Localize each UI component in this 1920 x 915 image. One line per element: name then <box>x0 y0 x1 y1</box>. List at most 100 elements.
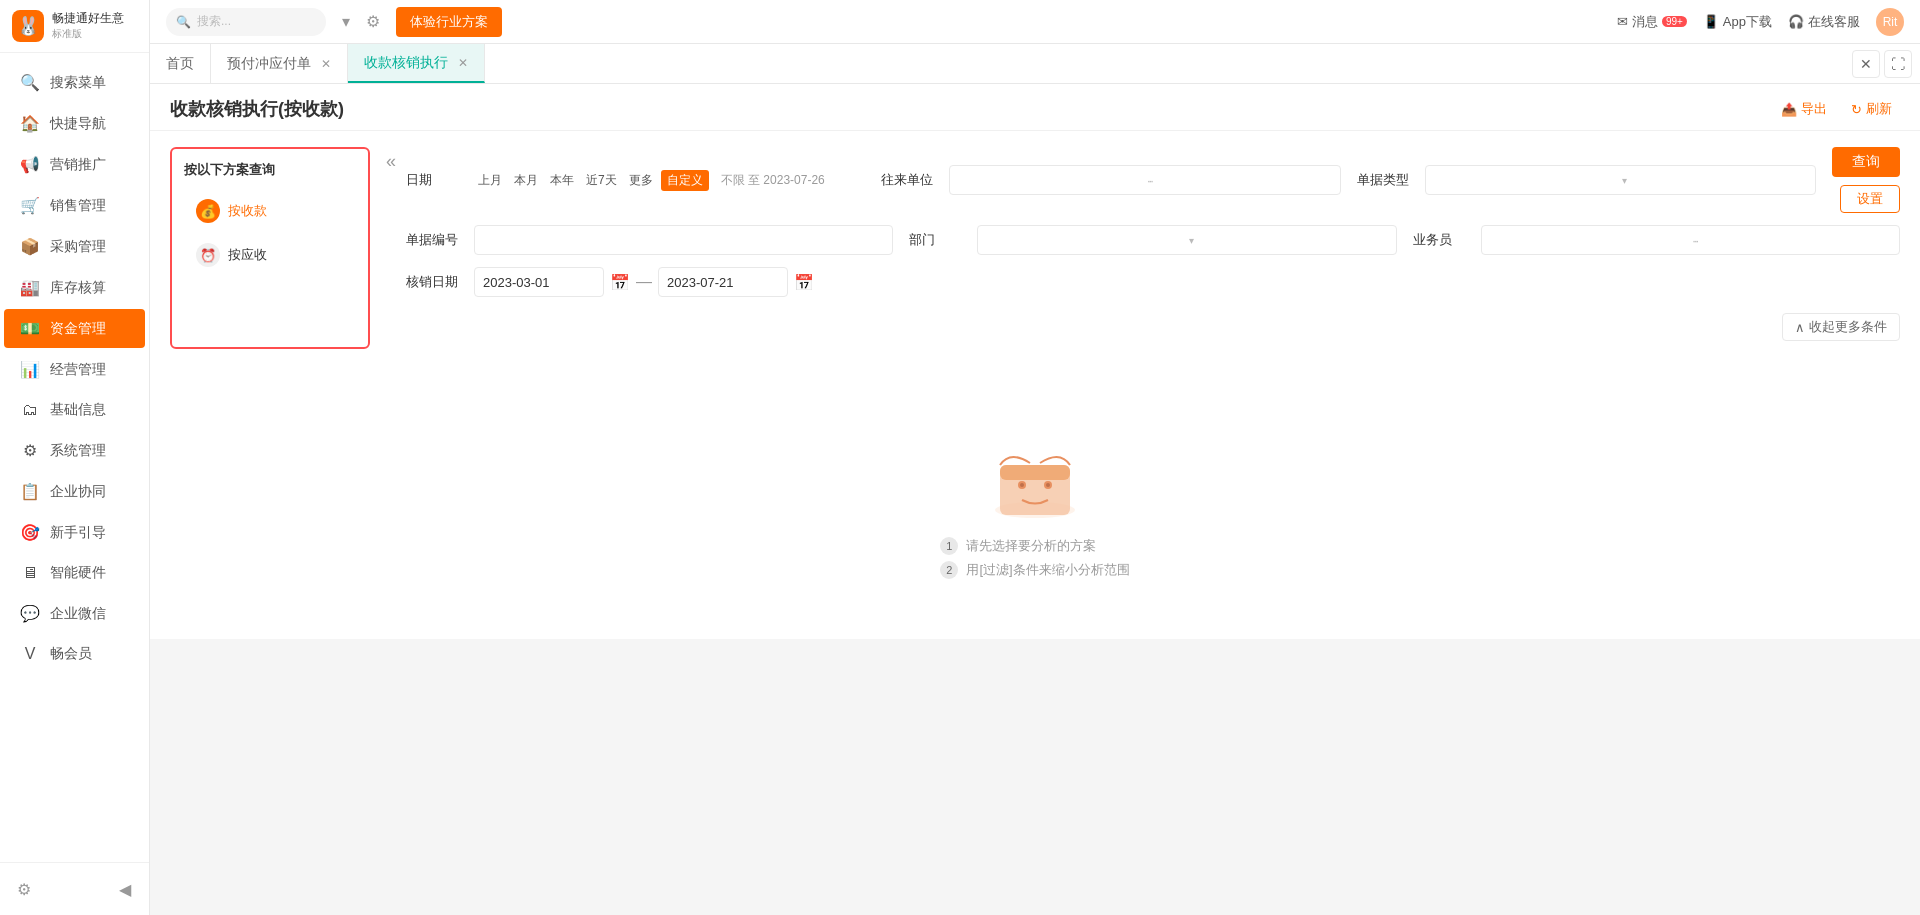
dept-arrow-icon: ▾ <box>1189 235 1388 246</box>
system-nav-icon: ⚙ <box>20 441 40 460</box>
export-button[interactable]: 📤 导出 <box>1773 96 1835 122</box>
sidebar-item-label-guide: 新手引导 <box>50 524 106 542</box>
tab-verify-close[interactable]: ✕ <box>458 56 468 70</box>
date-custom[interactable]: 自定义 <box>661 170 709 191</box>
verifydate-from-cal-icon[interactable]: 📅 <box>610 273 630 292</box>
app-download-btn[interactable]: 📱 App下载 <box>1703 13 1772 31</box>
export-icon: 📤 <box>1781 102 1797 117</box>
main-area: 🔍 搜索... ▾ ⚙ 体验行业方案 ✉ 消息 99+ 📱 App下载 🎧 在线… <box>150 0 1920 915</box>
partner-label: 往来单位 <box>881 171 941 189</box>
tabs-bar: 首页 预付冲应付单 ✕ 收款核销执行 ✕ ✕ ⛶ <box>150 44 1920 84</box>
sidebar-item-quicknav[interactable]: 🏠 快捷导航 <box>4 104 145 143</box>
filter-option-by-receivable[interactable]: ⏰ 按应收 <box>184 235 356 275</box>
verifydate-input-wrap: 📅 — 📅 <box>474 267 814 297</box>
sidebar-item-member[interactable]: V 畅会员 <box>4 635 145 673</box>
date-last-month[interactable]: 上月 <box>474 170 506 191</box>
sidebar-item-search[interactable]: 🔍 搜索菜单 <box>4 63 145 102</box>
page-header: 收款核销执行(按收款) 📤 导出 ↻ 刷新 <box>150 84 1920 131</box>
settings-button[interactable]: 设置 <box>1840 185 1900 213</box>
date-this-year[interactable]: 本年 <box>546 170 578 191</box>
topbar-gear-icon[interactable]: ⚙ <box>366 12 380 31</box>
collapse-panel-btn[interactable]: « <box>386 147 406 349</box>
tab-home[interactable]: 首页 <box>150 44 211 83</box>
purchase-nav-icon: 📦 <box>20 237 40 256</box>
sidebar-item-marketing[interactable]: 📢 营销推广 <box>4 145 145 184</box>
sidebar-item-guide[interactable]: 🎯 新手引导 <box>4 513 145 552</box>
close-tab-btn[interactable]: ✕ <box>1852 50 1880 78</box>
sidebar-item-inventory[interactable]: 🏭 库存核算 <box>4 268 145 307</box>
sidebar-item-collab[interactable]: 📋 企业协同 <box>4 472 145 511</box>
collab-nav-icon: 📋 <box>20 482 40 501</box>
sidebar-item-hardware[interactable]: 🖥 智能硬件 <box>4 554 145 592</box>
sidebar-item-label-purchase: 采购管理 <box>50 238 106 256</box>
date-shortcuts: 上月 本月 本年 近7天 更多 自定义 <box>474 170 709 191</box>
filter-panel-title: 按以下方案查询 <box>184 161 356 179</box>
logo: 🐰 畅捷通好生意 标准版 <box>0 0 149 53</box>
wechat-nav-icon: 💬 <box>20 604 40 623</box>
page-container: 收款核销执行(按收款) 📤 导出 ↻ 刷新 按以下方案查询 <box>150 84 1920 639</box>
topbar-search-placeholder: 搜索... <box>197 13 231 30</box>
refresh-icon: ↻ <box>1851 102 1862 117</box>
topbar-chevron-icon[interactable]: ▾ <box>342 12 350 31</box>
sidebar-item-label-operation: 经营管理 <box>50 361 106 379</box>
filter-group-date: 日期 上月 本月 本年 近7天 更多 自定义 不限 至 <box>406 170 865 191</box>
filter-group-dept: 部门 ▾ <box>909 225 1396 255</box>
staff-dots-btn[interactable]: ··· <box>1692 233 1891 248</box>
more-conditions-button[interactable]: ∧ 收起更多条件 <box>1782 313 1900 341</box>
date-more[interactable]: 更多 <box>625 170 657 191</box>
sales-nav-icon: 🛒 <box>20 196 40 215</box>
export-label: 导出 <box>1801 100 1827 118</box>
filter-group-docno: 单据编号 <box>406 225 893 255</box>
tab-verify[interactable]: 收款核销执行 ✕ <box>348 44 485 83</box>
app-download-icon: 📱 <box>1703 14 1719 29</box>
filter-option-receipt-label: 按收款 <box>228 202 267 220</box>
tab-prepay-close[interactable]: ✕ <box>321 57 331 71</box>
message-btn[interactable]: ✉ 消息 99+ <box>1617 13 1687 31</box>
online-service-btn[interactable]: 🎧 在线客服 <box>1788 13 1860 31</box>
docno-label: 单据编号 <box>406 231 466 249</box>
partner-select[interactable]: ··· <box>949 165 1340 195</box>
headset-icon: 🎧 <box>1788 14 1804 29</box>
page-header-actions: 📤 导出 ↻ 刷新 <box>1773 96 1900 122</box>
verifydate-to-cal-icon[interactable]: 📅 <box>794 273 814 292</box>
member-nav-icon: V <box>20 645 40 663</box>
refresh-button[interactable]: ↻ 刷新 <box>1843 96 1900 122</box>
page-title: 收款核销执行(按收款) <box>170 97 344 121</box>
message-icon: ✉ <box>1617 14 1628 29</box>
settings-bottom-btn[interactable]: ⚙ <box>8 873 40 905</box>
partner-dots-btn[interactable]: ··· <box>1147 173 1332 188</box>
fullscreen-tab-btn[interactable]: ⛶ <box>1884 50 1912 78</box>
user-avatar[interactable]: Rit <box>1876 8 1904 36</box>
sidebar-item-label-collab: 企业协同 <box>50 483 106 501</box>
sidebar-item-wechat[interactable]: 💬 企业微信 <box>4 594 145 633</box>
dept-select[interactable]: ▾ <box>977 225 1396 255</box>
empty-tip-1: 1 请先选择要分析的方案 <box>940 537 1129 555</box>
collapse-sidebar-btn[interactable]: ◀ <box>109 873 141 905</box>
staff-select[interactable]: ··· <box>1481 225 1900 255</box>
sidebar-item-purchase[interactable]: 📦 采购管理 <box>4 227 145 266</box>
industry-solution-button[interactable]: 体验行业方案 <box>396 7 502 37</box>
sidebar-item-sales[interactable]: 🛒 销售管理 <box>4 186 145 225</box>
sidebar-item-basic[interactable]: 🗂 基础信息 <box>4 391 145 429</box>
tab-prepay[interactable]: 预付冲应付单 ✕ <box>211 44 348 83</box>
verifydate-to-input[interactable] <box>658 267 788 297</box>
query-button[interactable]: 查询 <box>1832 147 1900 177</box>
sidebar-item-label-member: 畅会员 <box>50 645 92 663</box>
filter-option-by-receipt[interactable]: 💰 按收款 <box>184 191 356 231</box>
topbar-search-box[interactable]: 🔍 搜索... <box>166 8 326 36</box>
doctype-select[interactable]: ▾ <box>1425 165 1816 195</box>
verifydate-from-input[interactable] <box>474 267 604 297</box>
filter-row-3: 核销日期 📅 — 📅 <box>406 267 1900 297</box>
sidebar-item-label-sales: 销售管理 <box>50 197 106 215</box>
date-7days[interactable]: 近7天 <box>582 170 621 191</box>
filter-group-verifydate: 核销日期 📅 — 📅 <box>406 267 1900 297</box>
more-conditions-icon: ∧ <box>1795 320 1805 335</box>
app-name: 畅捷通好生意 <box>52 11 124 27</box>
sidebar-item-system[interactable]: ⚙ 系统管理 <box>4 431 145 470</box>
sidebar-item-operation[interactable]: 📊 经营管理 <box>4 350 145 389</box>
docno-input[interactable] <box>474 225 893 255</box>
empty-illustration <box>975 425 1095 525</box>
tip1-text: 请先选择要分析的方案 <box>966 537 1096 555</box>
date-this-month[interactable]: 本月 <box>510 170 542 191</box>
sidebar-item-finance[interactable]: 💵 资金管理 <box>4 309 145 348</box>
